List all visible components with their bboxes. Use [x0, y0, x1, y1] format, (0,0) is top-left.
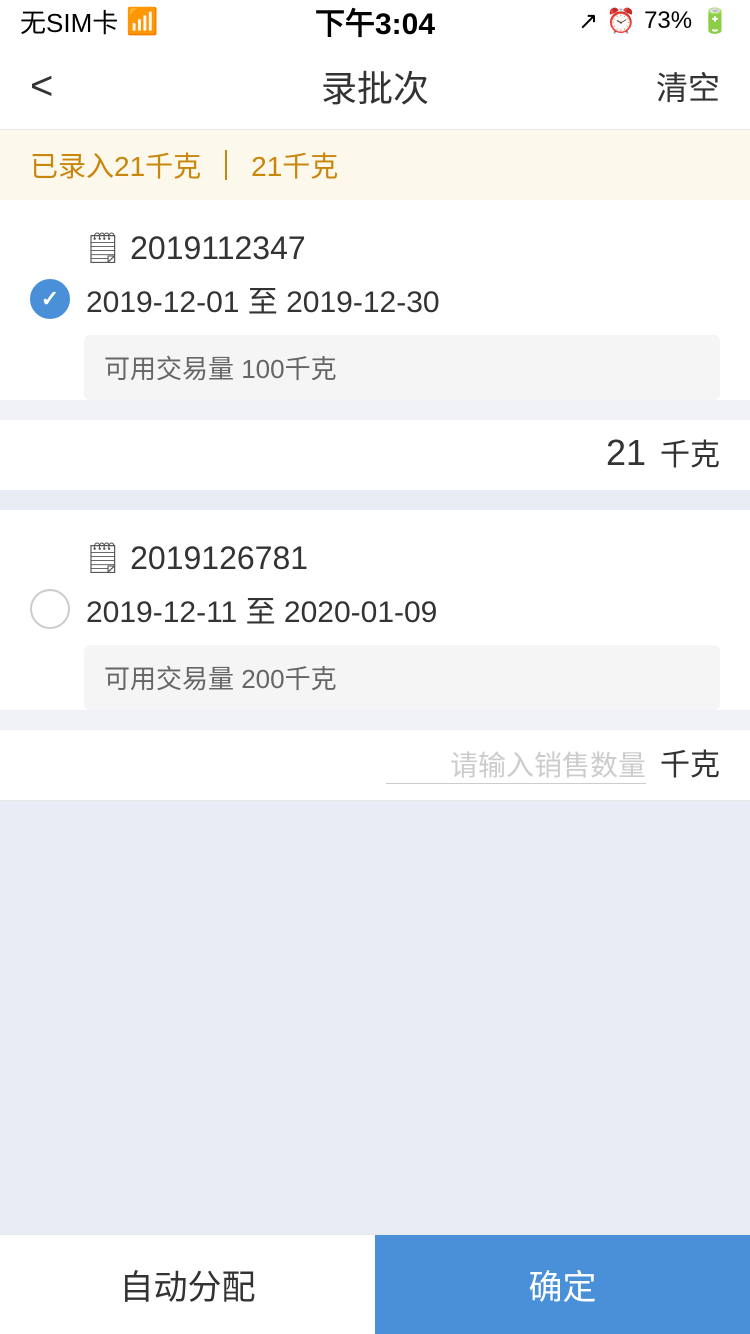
- batch-id-1: 2019112347: [130, 230, 306, 267]
- summary-total: 21千克: [251, 145, 338, 185]
- battery-text: 73%: [644, 7, 692, 35]
- summary-divider: [225, 150, 227, 180]
- batch-date-1: 2019-12-01 至 2019-12-30: [86, 277, 440, 321]
- alarm-icon: ⏰: [606, 7, 636, 36]
- batch-date-row-1[interactable]: 2019-12-01 至 2019-12-30: [30, 277, 720, 321]
- batch-icon-2: 🗒: [84, 541, 122, 576]
- quantity-input-2[interactable]: [386, 749, 646, 784]
- summary-banner: 已录入21千克 21千克: [0, 130, 750, 200]
- radio-1[interactable]: [30, 279, 70, 319]
- empty-area: [0, 801, 750, 1261]
- summary-recorded: 已录入21千克: [30, 145, 201, 185]
- location-icon: ↗: [578, 7, 598, 36]
- batch-date-row-2[interactable]: 2019-12-11 至 2020-01-09: [30, 587, 720, 631]
- batch-card-2: 🗒 2019126781 2019-12-11 至 2020-01-09 可用交…: [0, 510, 750, 710]
- batch-card-1: 🗒 2019112347 2019-12-01 至 2019-12-30 可用交…: [0, 200, 750, 400]
- quantity-value-1: 21: [606, 432, 646, 474]
- batch-avail-text-1: 可用交易量 100千克: [104, 354, 337, 384]
- status-bar: 无SIM卡 📶 下午3:04 ↗ ⏰ 73% 🔋: [0, 0, 750, 42]
- battery-icon: 🔋: [700, 7, 730, 36]
- status-left: 无SIM卡 📶: [20, 3, 159, 40]
- quantity-unit-2: 千克: [660, 740, 720, 784]
- batch-avail-box-1: 可用交易量 100千克: [84, 335, 720, 400]
- section-separator: [0, 490, 750, 510]
- carrier-text: 无SIM卡: [20, 3, 118, 40]
- status-time: 下午3:04: [315, 0, 435, 43]
- quantity-row-2: 千克: [0, 730, 750, 801]
- status-right: ↗ ⏰ 73% 🔋: [578, 7, 730, 36]
- batch-icon-1: 🗒: [84, 231, 122, 266]
- quantity-row-1: 21 千克: [0, 420, 750, 490]
- wifi-icon: 📶: [126, 6, 158, 37]
- batch-id-2: 2019126781: [130, 540, 308, 577]
- clear-button[interactable]: 清空: [656, 63, 720, 109]
- nav-bar: < 录批次 清空: [0, 42, 750, 130]
- back-button[interactable]: <: [30, 66, 53, 106]
- batch-id-row-1: 🗒 2019112347: [30, 230, 720, 267]
- batch-date-2: 2019-12-11 至 2020-01-09: [86, 587, 437, 631]
- batch-id-row-2: 🗒 2019126781: [30, 540, 720, 577]
- bottom-bar: 自动分配 确定: [0, 1234, 750, 1334]
- radio-2[interactable]: [30, 589, 70, 629]
- batch-avail-box-2: 可用交易量 200千克: [84, 645, 720, 710]
- quantity-unit-1: 千克: [660, 430, 720, 474]
- page-title: 录批次: [321, 60, 429, 112]
- auto-distribute-button[interactable]: 自动分配: [0, 1235, 375, 1334]
- confirm-button[interactable]: 确定: [375, 1235, 750, 1334]
- batch-avail-text-2: 可用交易量 200千克: [104, 664, 337, 694]
